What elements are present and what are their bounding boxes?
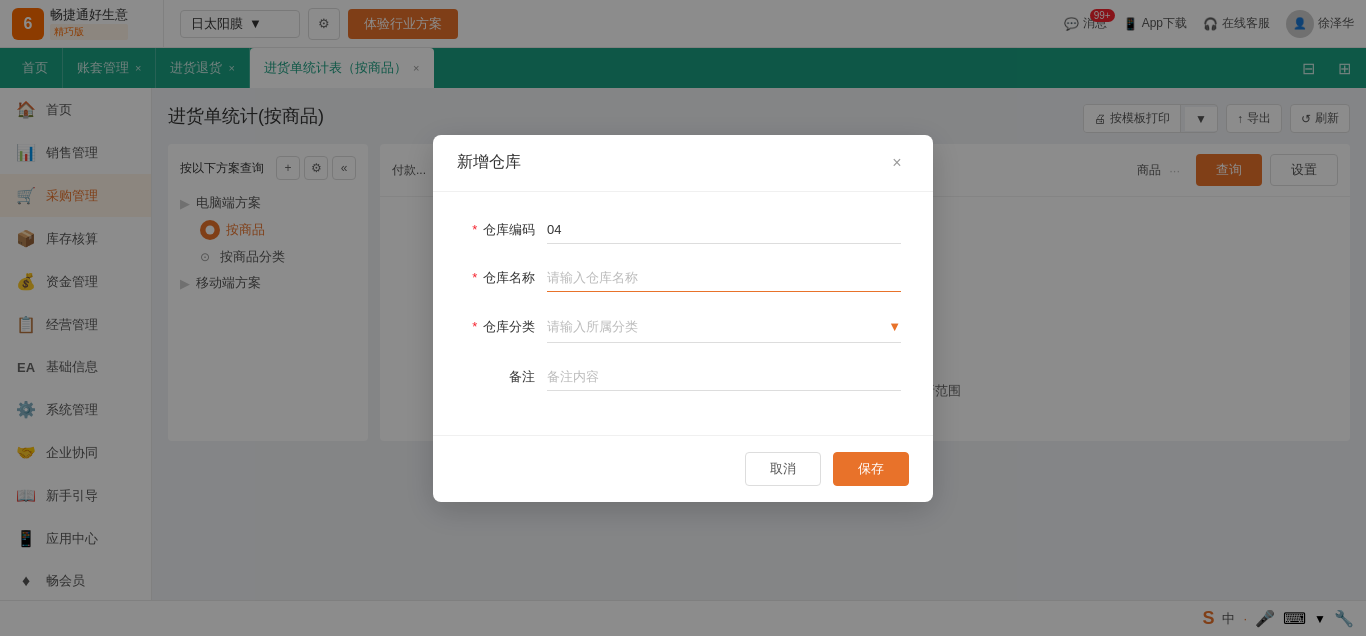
form-row-name: * 仓库名称	[465, 264, 901, 292]
modal-overlay[interactable]: 新增仓库 × * 仓库编码 * 仓库名称	[0, 0, 1366, 636]
dialog-body: * 仓库编码 * 仓库名称 * 仓库分类 请输入	[433, 192, 933, 435]
new-warehouse-dialog: 新增仓库 × * 仓库编码 * 仓库名称	[433, 135, 933, 502]
dialog-title: 新增仓库	[457, 152, 521, 173]
dialog-header: 新增仓库 ×	[433, 135, 933, 192]
dialog-footer: 取消 保存	[433, 435, 933, 502]
remark-input[interactable]	[547, 363, 901, 391]
dialog-close-button[interactable]: ×	[885, 151, 909, 175]
warehouse-code-label: * 仓库编码	[465, 221, 535, 239]
form-row-remark: 备注	[465, 363, 901, 391]
cancel-button[interactable]: 取消	[745, 452, 821, 486]
form-row-type: * 仓库分类 请输入所属分类 ▼	[465, 312, 901, 343]
warehouse-name-input[interactable]	[547, 264, 901, 292]
warehouse-type-select[interactable]: 请输入所属分类 ▼	[547, 312, 901, 343]
warehouse-type-label: * 仓库分类	[465, 318, 535, 336]
remark-label: 备注	[465, 368, 535, 386]
type-chevron-icon: ▼	[888, 319, 901, 334]
warehouse-type-placeholder: 请输入所属分类	[547, 318, 888, 336]
save-button[interactable]: 保存	[833, 452, 909, 486]
warehouse-code-input[interactable]	[547, 216, 901, 244]
warehouse-name-label: * 仓库名称	[465, 269, 535, 287]
form-row-code: * 仓库编码	[465, 216, 901, 244]
